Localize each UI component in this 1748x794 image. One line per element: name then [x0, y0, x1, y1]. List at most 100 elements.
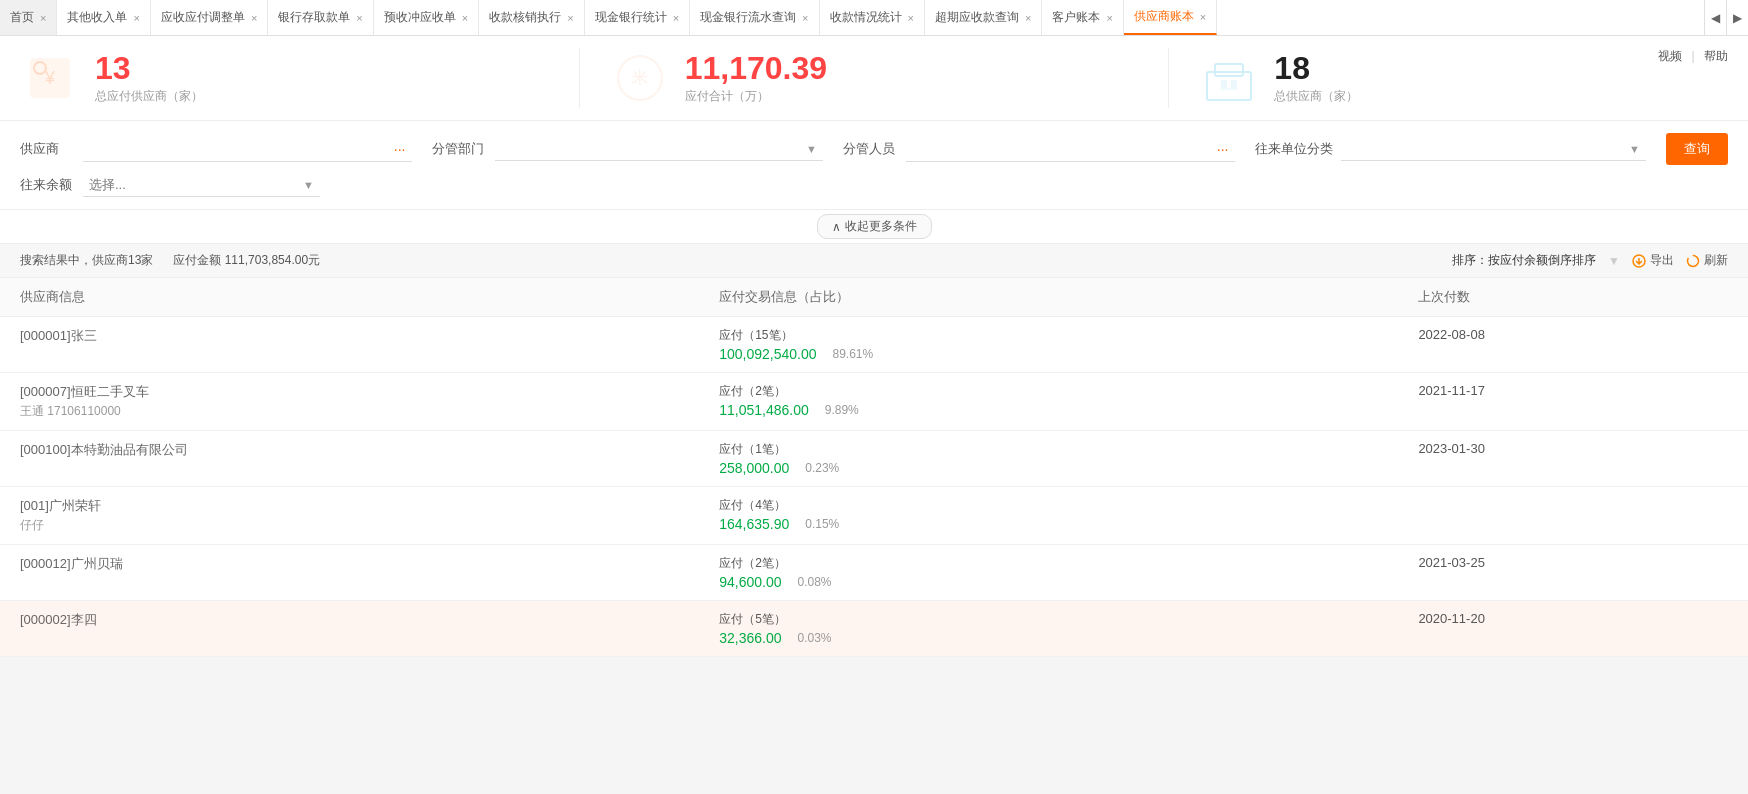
amount-value-link[interactable]: 32,366.00 [719, 630, 781, 646]
tab-bank-close[interactable]: × [356, 12, 362, 24]
person-filter-label: 分管人员 [843, 140, 898, 158]
result-bar: 搜索结果中，供应商13家 应付金额 111,703,854.00元 排序：按应付… [0, 244, 1748, 278]
total-amount-label: 应付合计（万） [685, 88, 827, 105]
refresh-icon [1686, 254, 1700, 268]
result-info-suppliers: 搜索结果中，供应商13家 [20, 252, 153, 269]
help-link[interactable]: 帮助 [1704, 49, 1728, 63]
table-header-row: 供应商信息 应付交易信息（占比） 上次付数 [0, 278, 1748, 317]
amount-label: 应付（2笔） [719, 383, 1378, 400]
transaction-info-cell: 应付（5笔）32,366.000.03% [699, 601, 1398, 657]
amount-value-link[interactable]: 11,051,486.00 [719, 402, 809, 418]
supplier-link[interactable]: [000002]李四 [20, 612, 97, 627]
tab-prepay-close[interactable]: × [462, 12, 468, 24]
supplier-sub-info: 王通 17106110000 [20, 403, 679, 420]
tab-income[interactable]: 其他收入单 × [57, 0, 150, 35]
tab-cashstat[interactable]: 现金银行统计 × [585, 0, 690, 35]
th-supplier-info: 供应商信息 [0, 278, 699, 317]
collapse-up-icon: ∧ [832, 220, 841, 234]
category-input[interactable] [1347, 141, 1630, 156]
table-row: [000002]李四应付（5笔）32,366.000.03%2020-11-20 [0, 601, 1748, 657]
amount-value-link[interactable]: 258,000.00 [719, 460, 789, 476]
tab-prepay[interactable]: 预收冲应收单 × [374, 0, 479, 35]
amount-value-link[interactable]: 94,600.00 [719, 574, 781, 590]
tab-cashflow-close[interactable]: × [802, 12, 808, 24]
transaction-info-cell: 应付（2笔）94,600.000.08% [699, 545, 1398, 601]
sort-label[interactable]: 排序：按应付余额倒序排序 [1452, 252, 1596, 269]
tab-custbook-close[interactable]: × [1106, 12, 1112, 24]
filter-row-2: 往来余额 ▼ [20, 173, 320, 197]
supplier-link[interactable]: [001]广州荣轩 [20, 498, 101, 513]
dept-input[interactable] [501, 141, 807, 156]
payable-suppliers-value: 13 [95, 52, 203, 84]
tab-adjust-close[interactable]: × [251, 12, 257, 24]
last-payment-cell [1398, 487, 1748, 545]
tab-recvstat-label: 收款情况统计 [830, 9, 902, 26]
table-row: [000100]本特勤油品有限公司应付（1笔）258,000.000.23%20… [0, 431, 1748, 487]
nav-next-arrow[interactable]: ▶ [1726, 0, 1748, 36]
amount-label: 应付（4笔） [719, 497, 1378, 514]
supplier-input[interactable] [89, 141, 394, 156]
tab-cashflow[interactable]: 现金银行流水查询 × [690, 0, 819, 35]
tab-overdue[interactable]: 超期应收款查询 × [925, 0, 1042, 35]
person-dots[interactable]: ··· [1217, 141, 1229, 157]
tab-adjust-label: 应收应付调整单 [161, 9, 245, 26]
amount-value-link[interactable]: 164,635.90 [719, 516, 789, 532]
tab-supplierbook-close[interactable]: × [1200, 11, 1206, 23]
supplier-link[interactable]: [000012]广州贝瑞 [20, 556, 123, 571]
tab-prepay-label: 预收冲应收单 [384, 9, 456, 26]
tab-recvstat[interactable]: 收款情况统计 × [820, 0, 925, 35]
balance-input[interactable] [89, 177, 303, 192]
tab-supplierbook[interactable]: 供应商账本 × [1124, 0, 1217, 35]
person-input-wrap: ··· [906, 137, 1235, 162]
collapse-bar: ∧ 收起更多条件 [0, 210, 1748, 244]
stat-divider-1 [579, 48, 580, 108]
last-payment-cell: 2022-08-08 [1398, 317, 1748, 373]
supplier-info-cell: [000001]张三 [0, 317, 699, 373]
payable-suppliers-label: 总应付供应商（家） [95, 88, 203, 105]
tab-income-close[interactable]: × [133, 12, 139, 24]
tab-home[interactable]: 首页 × [0, 0, 57, 35]
supplier-link[interactable]: [000001]张三 [20, 328, 97, 343]
category-input-wrap: ▼ [1341, 137, 1647, 161]
filter-supplier: 供应商 ··· [20, 137, 412, 162]
dept-input-wrap: ▼ [495, 137, 824, 161]
supplier-link[interactable]: [000100]本特勤油品有限公司 [20, 442, 188, 457]
supplier-link[interactable]: [000007]恒旺二手叉车 [20, 384, 149, 399]
amount-label: 应付（1笔） [719, 441, 1378, 458]
svg-rect-9 [1221, 88, 1237, 90]
supplier-dots[interactable]: ··· [394, 141, 406, 157]
tab-custbook[interactable]: 客户账本 × [1042, 0, 1123, 35]
top-right-links: 视频 | 帮助 [1658, 48, 1728, 65]
supplier-filter-label: 供应商 [20, 140, 75, 158]
filter-row-1: 供应商 ··· 分管部门 ▼ 分管人员 ··· 往来单位分类 ▼ [20, 133, 1728, 165]
tab-recvstat-close[interactable]: × [908, 12, 914, 24]
total-suppliers-value: 18 [1274, 52, 1358, 84]
link-sep: | [1692, 49, 1695, 63]
supplier-info-cell: [000002]李四 [0, 601, 699, 657]
th-transaction-info: 应付交易信息（占比） [699, 278, 1398, 317]
amount-value-link[interactable]: 100,092,540.00 [719, 346, 816, 362]
person-input[interactable] [912, 141, 1217, 156]
search-button[interactable]: 查询 [1666, 133, 1728, 165]
nav-prev-arrow[interactable]: ◀ [1704, 0, 1726, 36]
filter-area: 供应商 ··· 分管部门 ▼ 分管人员 ··· 往来单位分类 ▼ [0, 121, 1748, 210]
tab-home-close[interactable]: × [40, 12, 46, 24]
category-arrow-icon[interactable]: ▼ [1629, 143, 1640, 155]
dept-arrow-icon[interactable]: ▼ [806, 143, 817, 155]
stat-total-suppliers: 18 总供应商（家） [1199, 48, 1728, 108]
tab-bank[interactable]: 银行存取款单 × [268, 0, 373, 35]
collapse-button[interactable]: ∧ 收起更多条件 [817, 214, 932, 239]
balance-filter-label: 往来余额 [20, 176, 75, 194]
export-button[interactable]: 导出 [1632, 252, 1674, 269]
tab-cashstat-close[interactable]: × [673, 12, 679, 24]
balance-arrow-icon[interactable]: ▼ [303, 179, 314, 191]
tab-overdue-close[interactable]: × [1025, 12, 1031, 24]
transaction-info-cell: 应付（2笔）11,051,486.009.89% [699, 373, 1398, 431]
tab-verify-close[interactable]: × [567, 12, 573, 24]
tab-verify[interactable]: 收款核销执行 × [479, 0, 584, 35]
tab-adjust[interactable]: 应收应付调整单 × [151, 0, 268, 35]
refresh-button[interactable]: 刷新 [1686, 252, 1728, 269]
tab-verify-label: 收款核销执行 [489, 9, 561, 26]
video-link[interactable]: 视频 [1658, 49, 1682, 63]
tab-cashstat-label: 现金银行统计 [595, 9, 667, 26]
